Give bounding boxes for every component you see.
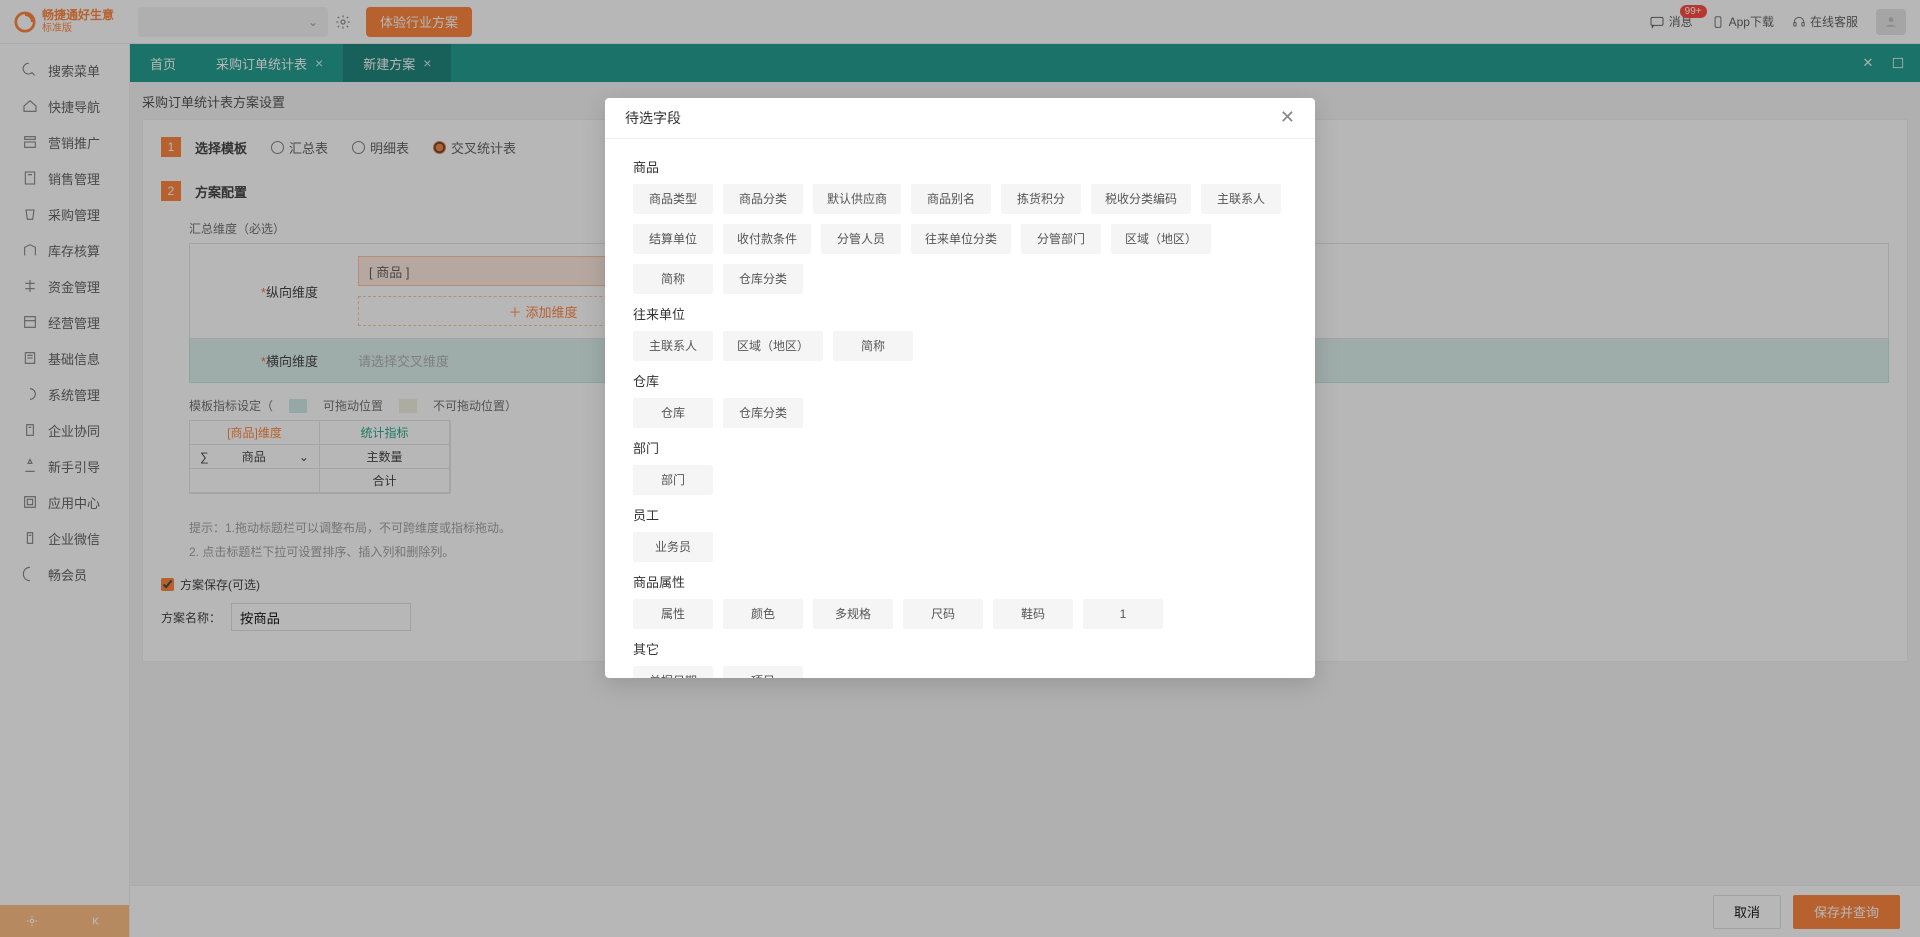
field-tag[interactable]: 仓库 [633,398,713,428]
field-tag[interactable]: 税收分类编码 [1091,184,1191,214]
field-tag[interactable]: 属性 [633,599,713,629]
field-tag[interactable]: 部门 [633,465,713,495]
modal-close-button[interactable]: ✕ [1280,107,1295,128]
field-tag[interactable]: 项目 [723,666,803,678]
field-tag[interactable]: 仓库分类 [723,264,803,294]
field-group-0: 商品商品类型商品分类默认供应商商品别名拣货积分税收分类编码主联系人结算单位收付款… [633,157,1295,294]
field-tag[interactable]: 商品别名 [911,184,991,214]
field-group-label: 往来单位 [633,304,1295,323]
field-tag[interactable]: 鞋码 [993,599,1073,629]
field-group-label: 仓库 [633,371,1295,390]
field-tag[interactable]: 区域（地区） [1111,224,1211,254]
field-tag[interactable]: 简称 [633,264,713,294]
field-tag[interactable]: 1 [1083,599,1163,629]
field-tag[interactable]: 分管部门 [1021,224,1101,254]
field-tag[interactable]: 简称 [833,331,913,361]
field-tag[interactable]: 尺码 [903,599,983,629]
field-group-4: 员工业务员 [633,505,1295,562]
field-tag[interactable]: 商品类型 [633,184,713,214]
field-tag[interactable]: 结算单位 [633,224,713,254]
field-tag[interactable]: 主联系人 [633,331,713,361]
field-group-label: 商品属性 [633,572,1295,591]
field-tag[interactable]: 区域（地区） [723,331,823,361]
field-tag[interactable]: 单据日期 [633,666,713,678]
field-tag[interactable]: 分管人员 [821,224,901,254]
field-tag[interactable]: 收付款条件 [723,224,811,254]
modal-title: 待选字段 [625,108,681,128]
field-tag[interactable]: 仓库分类 [723,398,803,428]
field-tag[interactable]: 拣货积分 [1001,184,1081,214]
field-tag[interactable]: 多规格 [813,599,893,629]
field-tag[interactable]: 商品分类 [723,184,803,214]
field-group-label: 商品 [633,157,1295,176]
field-group-3: 部门部门 [633,438,1295,495]
field-tag[interactable]: 业务员 [633,532,713,562]
field-tag[interactable]: 主联系人 [1201,184,1281,214]
field-group-label: 部门 [633,438,1295,457]
field-group-1: 往来单位主联系人区域（地区） 简称 [633,304,1295,361]
field-picker-modal: 待选字段 ✕ 商品商品类型商品分类默认供应商商品别名拣货积分税收分类编码主联系人… [605,98,1315,678]
field-group-5: 商品属性属性颜色多规格尺码鞋码 1 [633,572,1295,629]
field-tag[interactable]: 往来单位分类 [911,224,1011,254]
field-group-label: 员工 [633,505,1295,524]
field-tag[interactable]: 颜色 [723,599,803,629]
field-group-label: 其它 [633,639,1295,658]
field-group-2: 仓库仓库仓库分类 [633,371,1295,428]
field-group-6: 其它单据日期项目 [633,639,1295,678]
field-tag[interactable]: 默认供应商 [813,184,901,214]
